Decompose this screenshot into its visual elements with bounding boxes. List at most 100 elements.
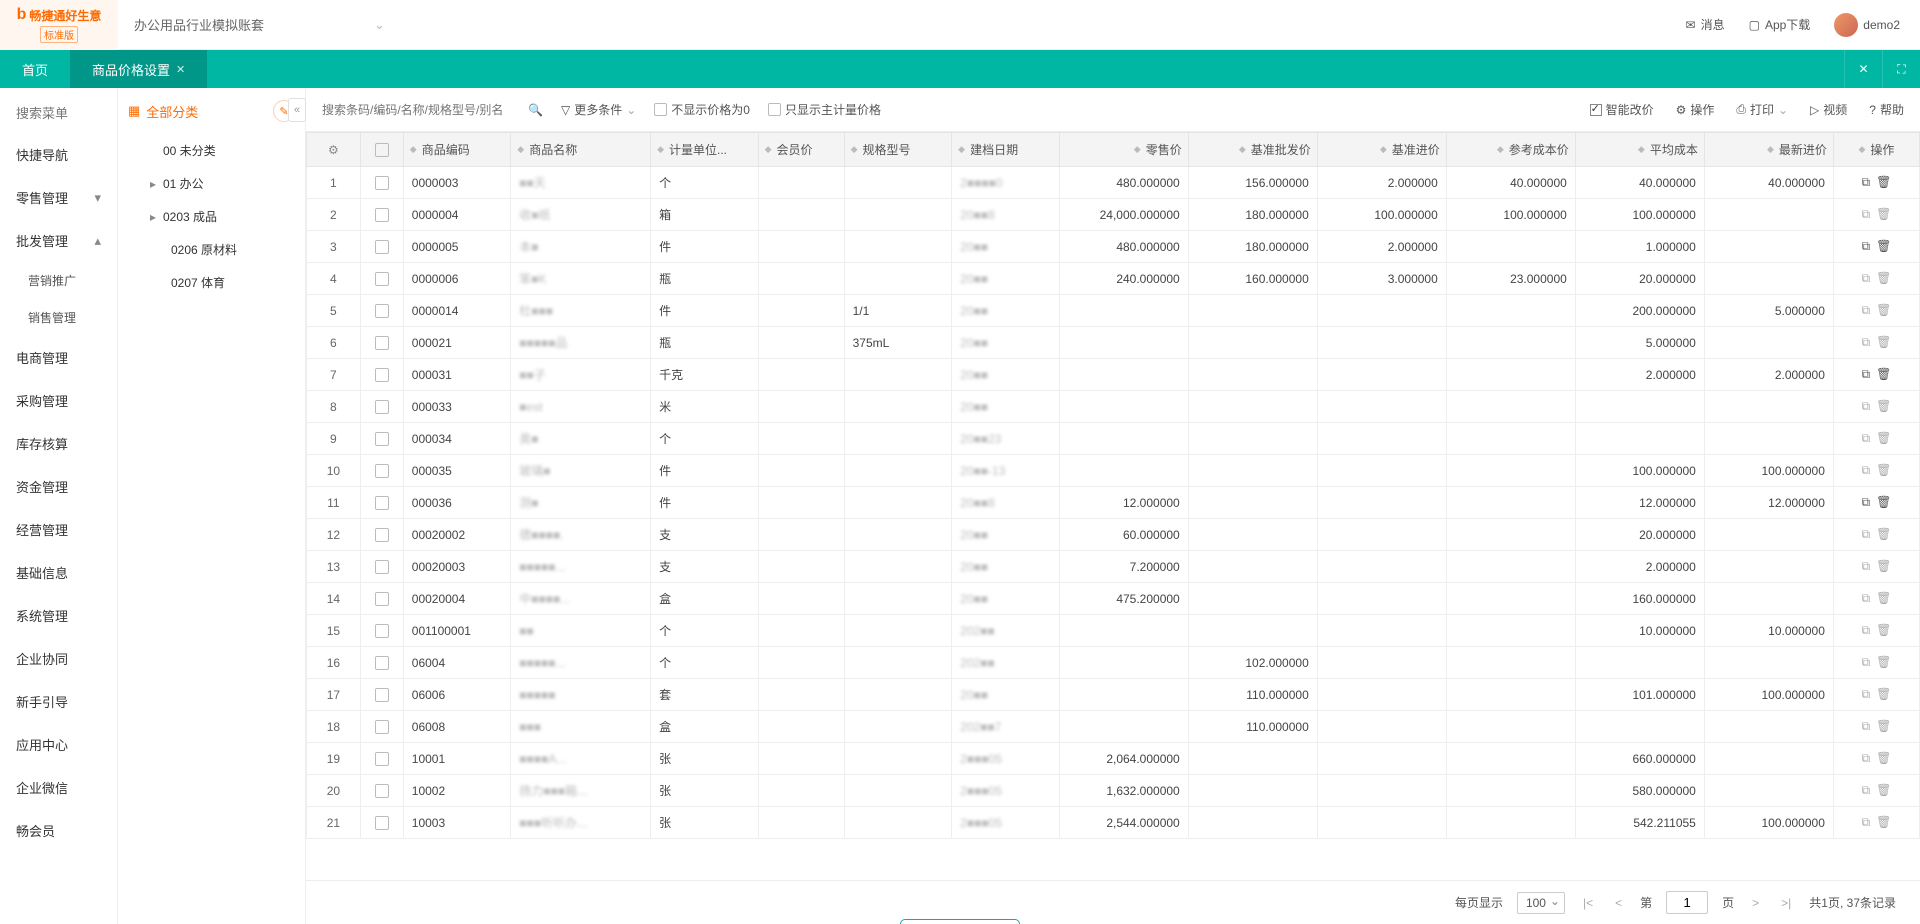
user-menu[interactable]: demo2 xyxy=(1834,13,1900,37)
nav-member[interactable]: 畅会员 xyxy=(0,809,117,852)
search-input[interactable] xyxy=(322,103,522,117)
table-row[interactable]: 1200020002德■■■■.支20■■60.00000020.000000⧉… xyxy=(307,519,1920,551)
delete-icon[interactable]: 🗑 xyxy=(1876,239,1891,253)
row-checkbox-cell[interactable] xyxy=(360,711,403,743)
app-download-link[interactable]: ▢ App下载 xyxy=(1749,16,1811,33)
copy-icon[interactable]: ⧉ xyxy=(1862,399,1871,413)
row-checkbox-cell[interactable] xyxy=(360,327,403,359)
messages-link[interactable]: ✉ 消息 xyxy=(1686,16,1725,33)
delete-icon[interactable]: 🗑 xyxy=(1876,559,1891,573)
tree-node[interactable]: ▸01 办公 xyxy=(128,167,295,200)
page-input[interactable] xyxy=(1666,891,1708,914)
copy-icon[interactable]: ⧉ xyxy=(1862,431,1871,445)
row-checkbox-cell[interactable] xyxy=(360,423,403,455)
delete-icon[interactable]: 🗑 xyxy=(1876,815,1891,829)
row-checkbox-cell[interactable] xyxy=(360,583,403,615)
search-icon[interactable]: 🔍 xyxy=(528,103,543,117)
nav-quick[interactable]: 快捷导航 xyxy=(0,133,117,176)
nav-wholesale-sales[interactable]: 销售管理 xyxy=(0,299,117,336)
copy-icon[interactable]: ⧉ xyxy=(1862,783,1871,797)
page-prev-button[interactable]: < xyxy=(1611,896,1626,910)
table-row[interactable]: 1706006■■■■■套20■■110.000000101.000000100… xyxy=(307,679,1920,711)
row-checkbox-cell[interactable] xyxy=(360,455,403,487)
table-wrap[interactable]: ⚙◆商品编码◆商品名称◆计量单位...◆会员价◆规格型号◆建档日期◆零售价◆基准… xyxy=(306,132,1920,880)
col-header[interactable] xyxy=(360,133,403,167)
nav-finance[interactable]: 资金管理 xyxy=(0,465,117,508)
col-header[interactable]: ◆商品编码 xyxy=(403,133,511,167)
operate-button[interactable]: ⚙操作 xyxy=(1676,101,1715,118)
copy-icon[interactable]: ⧉ xyxy=(1862,335,1871,349)
print-button[interactable]: ⎙打印⌄ xyxy=(1736,101,1788,118)
only-main-checkbox[interactable]: 只显示主计量价格 xyxy=(768,101,881,118)
category-collapse-button[interactable]: « xyxy=(288,98,306,122)
tree-node[interactable]: 0207 体育 xyxy=(128,266,295,299)
table-row[interactable]: 20000004收■纸箱20■■824,000.000000180.000000… xyxy=(307,199,1920,231)
col-header[interactable]: ◆基准批发价 xyxy=(1188,133,1317,167)
tab-price-settings[interactable]: 商品价格设置 ✕ xyxy=(70,50,207,88)
table-row[interactable]: 9000034奥■个20■■23⧉🗑 xyxy=(307,423,1920,455)
nav-search[interactable] xyxy=(0,94,117,133)
delete-icon[interactable]: 🗑 xyxy=(1876,463,1891,477)
copy-icon[interactable]: ⧉ xyxy=(1862,815,1871,829)
row-checkbox-cell[interactable] xyxy=(360,199,403,231)
delete-icon[interactable]: 🗑 xyxy=(1876,591,1891,605)
col-header[interactable]: ◆规格型号 xyxy=(844,133,952,167)
row-checkbox-cell[interactable] xyxy=(360,615,403,647)
delete-icon[interactable]: 🗑 xyxy=(1876,431,1891,445)
nav-search-input[interactable] xyxy=(16,106,96,121)
table-row[interactable]: 7000031■■子千克20■■2.0000002.000000⧉🗑 xyxy=(307,359,1920,391)
table-row[interactable]: 1910001■■■■A...张2■■■052,064.000000660.00… xyxy=(307,743,1920,775)
nav-retail[interactable]: 零售管理▾ xyxy=(0,176,117,219)
col-header[interactable]: ◆计量单位... xyxy=(651,133,759,167)
copy-icon[interactable]: ⧉ xyxy=(1862,303,1871,317)
copy-icon[interactable]: ⧉ xyxy=(1862,271,1871,285)
col-header[interactable]: ◆平均成本 xyxy=(1575,133,1704,167)
table-row[interactable]: 15001100001■■个202■■10.00000010.000000⧉🗑 xyxy=(307,615,1920,647)
copy-icon[interactable]: ⧉ xyxy=(1862,719,1871,733)
table-row[interactable]: 11000036测■件20■■812.00000012.00000012.000… xyxy=(307,487,1920,519)
category-title[interactable]: ▦ 全部分类 xyxy=(128,102,198,121)
col-header[interactable]: ◆操作 xyxy=(1833,133,1919,167)
col-header[interactable]: ◆零售价 xyxy=(1059,133,1188,167)
delete-icon[interactable]: 🗑 xyxy=(1876,495,1891,509)
col-header[interactable]: ◆建档日期 xyxy=(952,133,1060,167)
copy-icon[interactable]: ⧉ xyxy=(1862,687,1871,701)
delete-icon[interactable]: 🗑 xyxy=(1876,623,1891,637)
row-checkbox-cell[interactable] xyxy=(360,743,403,775)
copy-icon[interactable]: ⧉ xyxy=(1862,207,1871,221)
col-header[interactable]: ◆会员价 xyxy=(758,133,844,167)
copy-icon[interactable]: ⧉ xyxy=(1862,559,1871,573)
row-checkbox-cell[interactable] xyxy=(360,519,403,551)
nav-wholesale[interactable]: 批发管理▴ xyxy=(0,219,117,262)
delete-icon[interactable]: 🗑 xyxy=(1876,207,1891,221)
copy-icon[interactable]: ⧉ xyxy=(1862,655,1871,669)
nav-ecommerce[interactable]: 电商管理 xyxy=(0,336,117,379)
copy-icon[interactable]: ⧉ xyxy=(1862,495,1871,509)
delete-icon[interactable]: 🗑 xyxy=(1876,527,1891,541)
nav-basic[interactable]: 基础信息 xyxy=(0,551,117,594)
col-header[interactable]: ⚙ xyxy=(307,133,361,167)
row-checkbox-cell[interactable] xyxy=(360,391,403,423)
nav-purchase[interactable]: 采购管理 xyxy=(0,379,117,422)
row-checkbox-cell[interactable] xyxy=(360,679,403,711)
row-checkbox-cell[interactable] xyxy=(360,263,403,295)
delete-icon[interactable]: 🗑 xyxy=(1876,399,1891,413)
delete-icon[interactable]: 🗑 xyxy=(1876,655,1891,669)
nav-appcenter[interactable]: 应用中心 xyxy=(0,723,117,766)
table-row[interactable]: 10000003■■天个2■■■■0480.000000156.0000002.… xyxy=(307,167,1920,199)
copy-icon[interactable]: ⧉ xyxy=(1862,527,1871,541)
table-row[interactable]: 1300020003■■■■■...支20■■7.2000002.000000⧉… xyxy=(307,551,1920,583)
nav-wholesale-marketing[interactable]: 营销推广 xyxy=(0,262,117,299)
nav-inventory[interactable]: 库存核算 xyxy=(0,422,117,465)
table-row[interactable]: 1400020004中■■■■...盒20■■475.200000160.000… xyxy=(307,583,1920,615)
select-all-checkbox[interactable] xyxy=(375,143,389,157)
row-checkbox-cell[interactable] xyxy=(360,167,403,199)
copy-icon[interactable]: ⧉ xyxy=(1862,239,1871,253)
table-row[interactable]: 2110003■■■听听办...张2■■■052,544.000000542.2… xyxy=(307,807,1920,839)
nav-operation[interactable]: 经营管理 xyxy=(0,508,117,551)
nav-guide[interactable]: 新手引导 xyxy=(0,680,117,723)
row-checkbox-cell[interactable] xyxy=(360,775,403,807)
copy-icon[interactable]: ⧉ xyxy=(1862,751,1871,765)
nav-wecom[interactable]: 企业微信 xyxy=(0,766,117,809)
row-checkbox-cell[interactable] xyxy=(360,487,403,519)
